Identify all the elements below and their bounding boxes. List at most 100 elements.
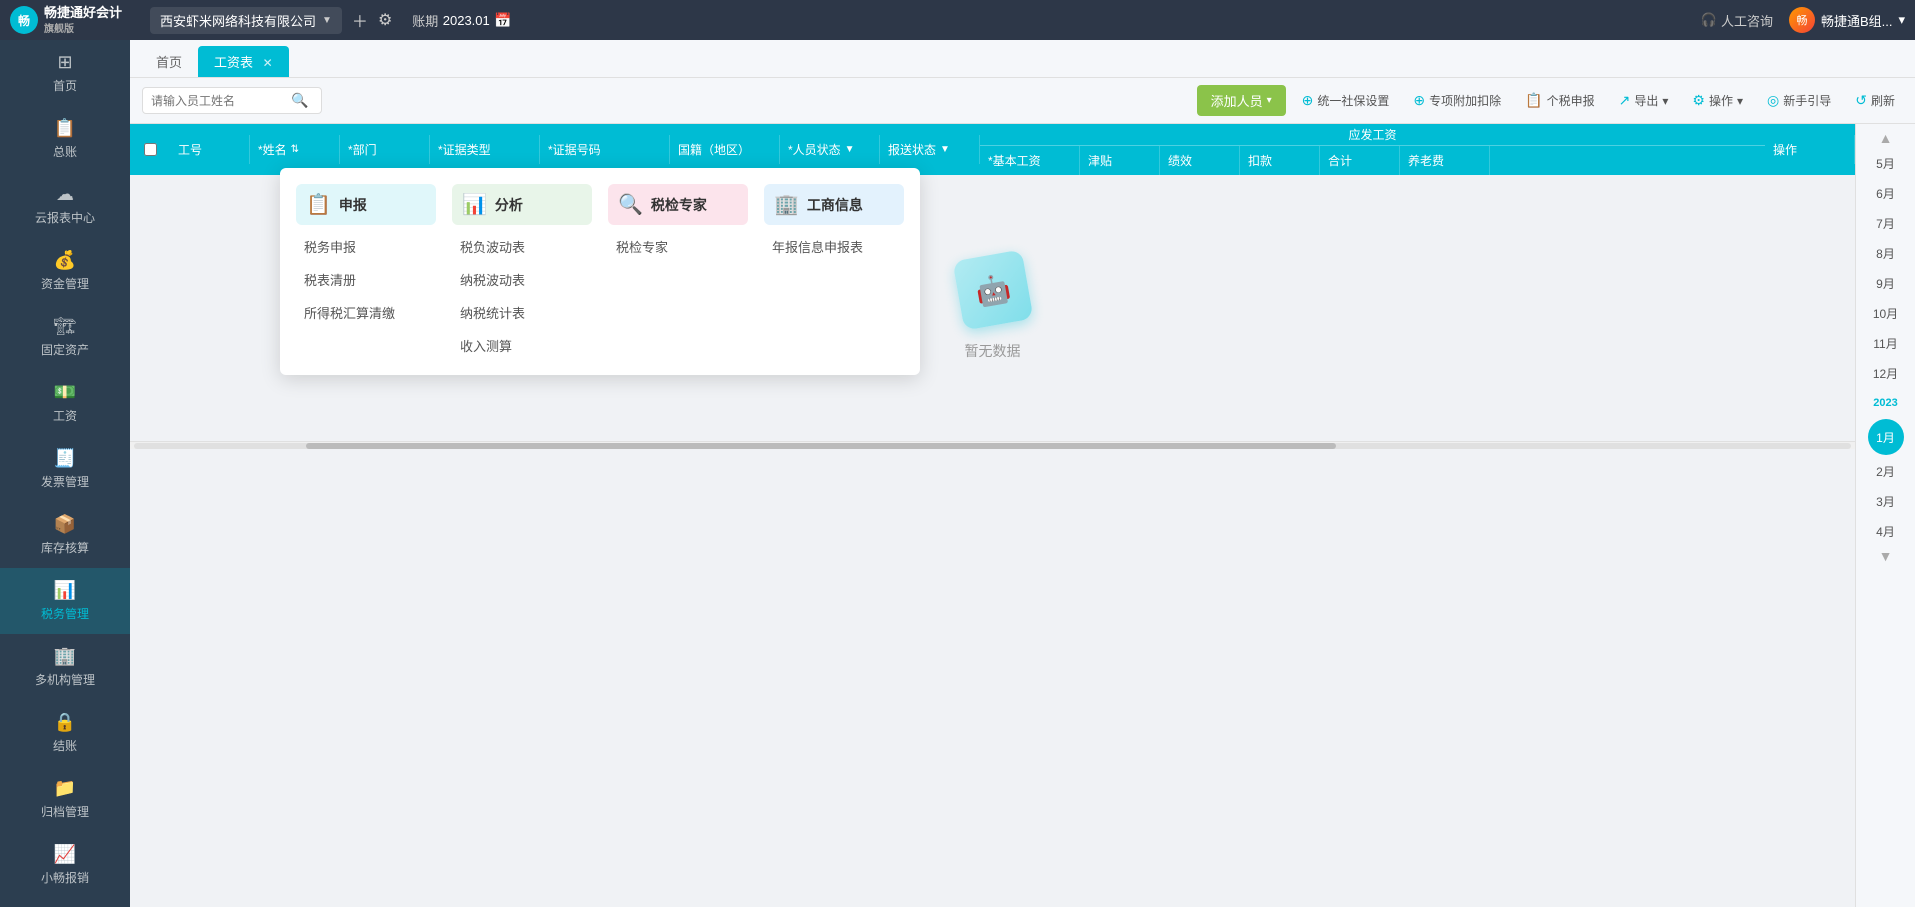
- menu-item-tax-list[interactable]: 税表清册: [296, 266, 436, 293]
- sidebar-item-salary[interactable]: 💵 工资: [0, 370, 130, 436]
- sidebar-item-capital[interactable]: 💰 资金管理: [0, 238, 130, 304]
- operate-btn[interactable]: ⚙ 操作 ▾: [1684, 88, 1751, 113]
- user-info[interactable]: 畅 畅捷通B组... ▾: [1789, 7, 1905, 33]
- sidebar-item-tax[interactable]: 📊 税务管理: [0, 568, 130, 634]
- special-deduction-btn[interactable]: ⊕ 专项附加扣除: [1405, 88, 1509, 113]
- add-person-button[interactable]: 添加人员 ▾: [1197, 85, 1286, 116]
- send-status-filter-icon[interactable]: ▼: [940, 144, 950, 155]
- th-total: 合计: [1320, 146, 1400, 175]
- cal-month-6[interactable]: 6月: [1863, 179, 1909, 207]
- menu-item-income-calc[interactable]: 收入测算: [452, 332, 592, 359]
- menu-section-gongshang: 🏢 工商信息 年报信息申报表: [764, 184, 904, 359]
- guide-btn-label: 新手引导: [1783, 92, 1831, 109]
- sidebar-item-ledger[interactable]: 📋 总账: [0, 106, 130, 172]
- scroll-track[interactable]: [134, 443, 1851, 449]
- menu-item-tax-declare[interactable]: 税务申报: [296, 233, 436, 260]
- top-bar: 畅 畅捷通好会计 旗舰版 西安虾米网络科技有限公司 ▼ ＋ ⚙ 账期 2023.…: [0, 0, 1915, 40]
- tab-home-label: 首页: [156, 55, 182, 70]
- export-btn[interactable]: ↗ 导出 ▾: [1611, 88, 1677, 113]
- user-name: 畅捷通B组...: [1821, 11, 1893, 30]
- cal-month-5[interactable]: 5月: [1863, 149, 1909, 177]
- close-period-icon: 🔒: [54, 712, 76, 733]
- cal-month-12[interactable]: 12月: [1863, 359, 1909, 387]
- menu-section-shenba-header: 📋 申报: [296, 184, 436, 225]
- shuijian-icon: 🔍: [618, 192, 643, 217]
- sidebar-item-cloud[interactable]: ☁ 云报表中心: [0, 172, 130, 238]
- menu-item-tax-expert[interactable]: 税检专家: [608, 233, 748, 260]
- menu-item-tax-wave[interactable]: 纳税波动表: [452, 266, 592, 293]
- sidebar-item-close[interactable]: 🔒 结账: [0, 700, 130, 766]
- tab-bar: 首页 工资表 ✕: [130, 40, 1915, 78]
- scroll-thumb[interactable]: [306, 443, 1336, 449]
- invoice-icon: 🧾: [54, 448, 76, 469]
- sidebar-item-invoice[interactable]: 🧾 发票管理: [0, 436, 130, 502]
- search-input[interactable]: [151, 94, 291, 108]
- export-label: 导出: [1634, 92, 1658, 109]
- menu-item-annual-report[interactable]: 年报信息申报表: [764, 233, 904, 260]
- cal-month-4[interactable]: 4月: [1863, 517, 1909, 545]
- search-icon: 🔍: [291, 92, 308, 109]
- report-icon: 📈: [54, 844, 76, 865]
- help-button[interactable]: 🎧 人工咨询: [1701, 11, 1773, 30]
- status-filter-icon[interactable]: ▼: [845, 144, 855, 155]
- cal-month-10[interactable]: 10月: [1863, 299, 1909, 327]
- app-logo: 畅 畅捷通好会计 旗舰版: [10, 5, 140, 36]
- add-person-label: 添加人员: [1211, 91, 1263, 110]
- menu-item-income-tax[interactable]: 所得税汇算清缴: [296, 299, 436, 326]
- menu-item-tax-burden[interactable]: 税负波动表: [452, 233, 592, 260]
- th-region: 国籍（地区）: [670, 135, 780, 164]
- cal-month-8[interactable]: 8月: [1863, 239, 1909, 267]
- sidebar-label-ledger: 总账: [53, 143, 77, 160]
- add-company-button[interactable]: ＋: [352, 8, 368, 32]
- app-edition: 旗舰版: [44, 20, 122, 35]
- cal-month-7[interactable]: 7月: [1863, 209, 1909, 237]
- sidebar-item-inventory[interactable]: 📦 库存核算: [0, 502, 130, 568]
- tax-report-icon: 📋: [1525, 92, 1542, 109]
- social-settings-btn[interactable]: ⊕ 统一社保设置: [1294, 88, 1398, 113]
- tab-close-button[interactable]: ✕: [263, 56, 273, 70]
- sidebar-label-cloud: 云报表中心: [35, 209, 95, 226]
- bottom-scrollbar[interactable]: [130, 441, 1855, 449]
- cal-month-2[interactable]: 2月: [1863, 457, 1909, 485]
- menu-section-shenba: 📋 申报 税务申报 税表清册 所得税汇算清缴: [296, 184, 436, 359]
- period-calendar-icon[interactable]: 📅: [494, 12, 511, 29]
- cal-month-11[interactable]: 11月: [1863, 329, 1909, 357]
- export-arrow: ▾: [1662, 94, 1668, 108]
- sidebar: ⊞ 首页 📋 总账 ☁ 云报表中心 💰 资金管理 🏗 固定资产 💵 工资 🧾 发…: [0, 40, 130, 907]
- cal-year-2023: 2023: [1863, 389, 1909, 417]
- guide-btn[interactable]: ◎ 新手引导: [1759, 88, 1839, 113]
- sidebar-item-multi[interactable]: 🏢 多机构管理: [0, 634, 130, 700]
- company-selector[interactable]: 西安虾米网络科技有限公司 ▼: [150, 7, 342, 34]
- cal-prev-button[interactable]: ▲: [1868, 128, 1904, 148]
- menu-item-tax-stats[interactable]: 纳税统计表: [452, 299, 592, 326]
- settings-icon-button[interactable]: ⚙: [378, 10, 392, 30]
- cal-month-3[interactable]: 3月: [1863, 487, 1909, 515]
- cal-next-button[interactable]: ▼: [1868, 546, 1904, 566]
- tab-salary[interactable]: 工资表 ✕: [198, 46, 289, 77]
- tab-salary-label: 工资表: [214, 55, 253, 70]
- cal-month-1-active[interactable]: 1月: [1868, 419, 1904, 455]
- tab-home[interactable]: 首页: [140, 46, 198, 77]
- tax-icon: 📊: [54, 580, 76, 601]
- menu-section-gongshang-header: 🏢 工商信息: [764, 184, 904, 225]
- th-id-type: *证据类型: [430, 135, 540, 164]
- sidebar-item-archive[interactable]: 📁 归档管理: [0, 766, 130, 832]
- th-checkbox[interactable]: [130, 143, 170, 156]
- sidebar-label-archive: 归档管理: [41, 803, 89, 820]
- refresh-btn[interactable]: ↺ 刷新: [1847, 88, 1903, 113]
- sidebar-item-settings[interactable]: ⚙ 基础设置: [0, 898, 130, 907]
- tax-report-btn[interactable]: 📋 个税申报: [1517, 88, 1602, 113]
- select-all-checkbox[interactable]: [144, 143, 157, 156]
- sidebar-item-assets[interactable]: 🏗 固定资产: [0, 304, 130, 370]
- th-name: *姓名 ⇅: [250, 135, 340, 164]
- shenba-icon: 📋: [306, 192, 331, 217]
- ledger-icon: 📋: [54, 118, 76, 139]
- company-name: 西安虾米网络科技有限公司: [160, 11, 316, 30]
- name-sort-icon[interactable]: ⇅: [291, 144, 299, 155]
- sidebar-item-report[interactable]: 📈 小畅报销: [0, 832, 130, 898]
- operate-arrow: ▾: [1737, 94, 1743, 108]
- sidebar-item-home[interactable]: ⊞ 首页: [0, 40, 130, 106]
- cal-month-9[interactable]: 9月: [1863, 269, 1909, 297]
- sidebar-label-report: 小畅报销: [41, 869, 89, 886]
- th-status: *人员状态 ▼: [780, 135, 880, 164]
